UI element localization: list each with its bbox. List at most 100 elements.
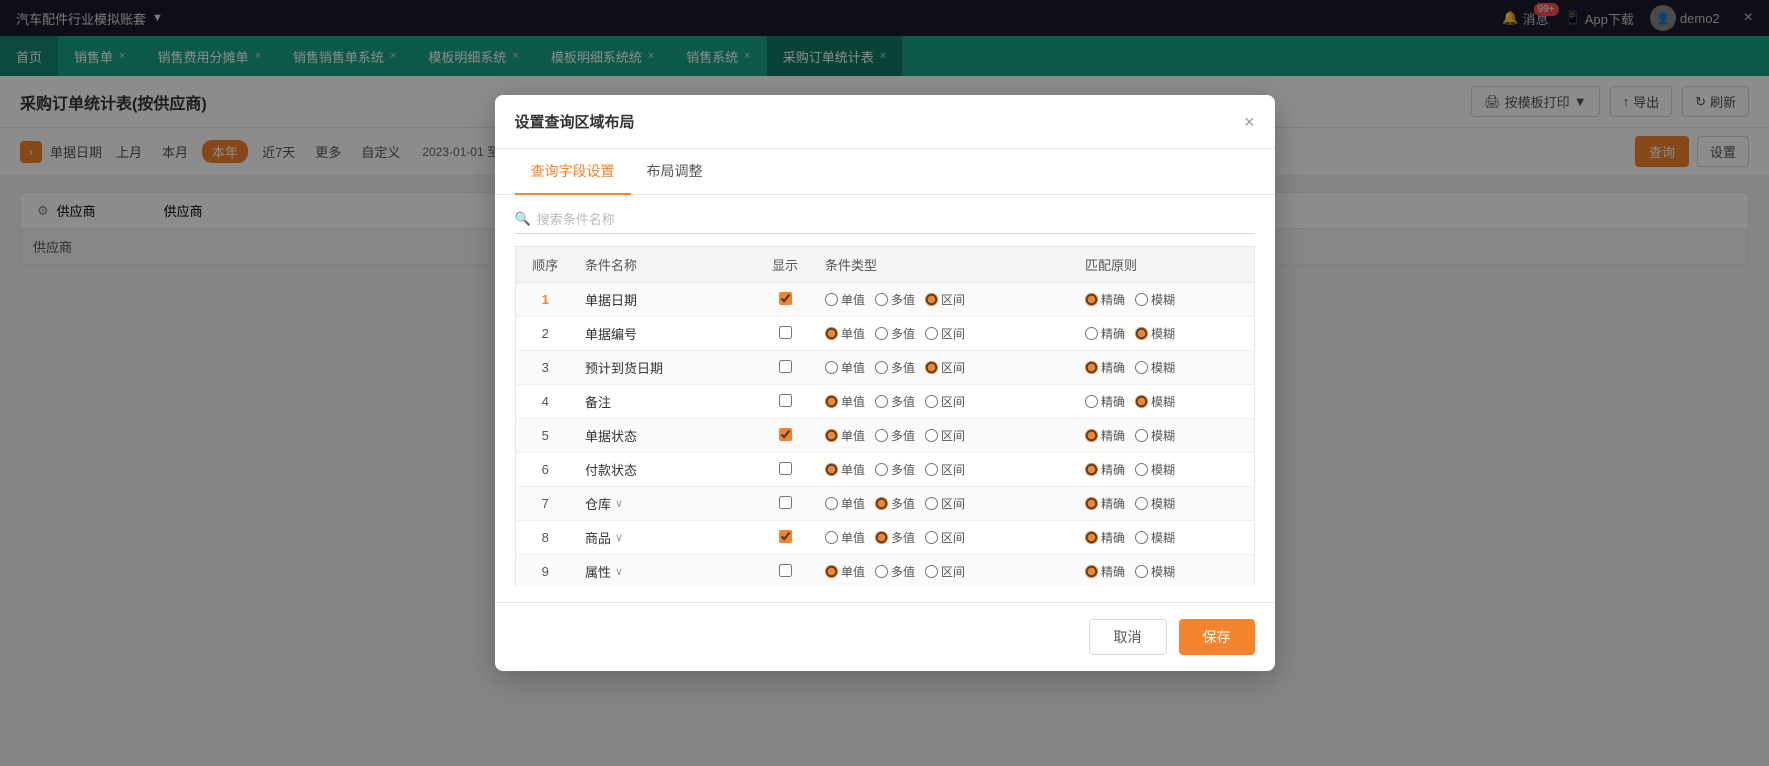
col-type: 条件类型: [815, 247, 1075, 283]
type-radio-single[interactable]: 单值: [825, 291, 865, 308]
match-radio-fuzzy[interactable]: 模糊: [1135, 359, 1175, 376]
type-radio-single[interactable]: 单值: [825, 461, 865, 478]
dialog-tabs: 查询字段设置 布局调整: [495, 149, 1275, 195]
match-radio-exact[interactable]: 精确: [1085, 495, 1125, 512]
table-row: 3预计到货日期单值多值区间精确模糊: [515, 351, 1254, 385]
type-radio-single[interactable]: 单值: [825, 563, 865, 580]
row-display[interactable]: [755, 453, 815, 487]
type-radio-range[interactable]: 区间: [925, 359, 965, 376]
match-radio-exact[interactable]: 精确: [1085, 359, 1125, 376]
row-type: 单值多值区间: [815, 555, 1075, 587]
dialog-close-btn[interactable]: ×: [1244, 113, 1255, 131]
match-radio-group: 精确模糊: [1085, 563, 1244, 580]
type-radio-range[interactable]: 区间: [925, 393, 965, 410]
row-match: 精确模糊: [1075, 317, 1254, 351]
display-checkbox[interactable]: [779, 564, 792, 577]
table-row: 5单据状态单值多值区间精确模糊: [515, 419, 1254, 453]
table-row: 2单据编号 单值多值区间 精确模糊: [515, 317, 1254, 351]
dialog-header: 设置查询区域布局 ×: [495, 95, 1275, 149]
match-radio-fuzzy[interactable]: 模糊: [1135, 325, 1175, 342]
row-display[interactable]: [755, 419, 815, 453]
row-order: 3: [515, 351, 575, 385]
row-type: 单值多值区间: [815, 283, 1075, 317]
row-match: 精确模糊: [1075, 453, 1254, 487]
type-radio-range[interactable]: 区间: [925, 461, 965, 478]
type-radio-multi[interactable]: 多值: [875, 495, 915, 512]
type-radio-single[interactable]: 单值: [825, 325, 865, 342]
cancel-button[interactable]: 取消: [1089, 619, 1167, 655]
row-name: 仓库 ∨: [575, 487, 755, 521]
row-match: 精确模糊: [1075, 521, 1254, 555]
conditions-table: 顺序 条件名称 显示 条件类型 匹配原则 1单据日期单值多值区间精确模糊2单据编…: [515, 246, 1255, 586]
type-radio-range[interactable]: 区间: [925, 291, 965, 308]
match-radio-group: 精确模糊: [1085, 529, 1244, 546]
display-checkbox[interactable]: [779, 394, 792, 407]
type-radio-range[interactable]: 区间: [925, 427, 965, 444]
row-display[interactable]: [755, 317, 815, 351]
display-checkbox[interactable]: [779, 292, 792, 305]
type-radio-single[interactable]: 单值: [825, 529, 865, 546]
row-name: 单据编号: [575, 317, 755, 351]
match-radio-fuzzy[interactable]: 模糊: [1135, 427, 1175, 444]
match-radio-fuzzy[interactable]: 模糊: [1135, 291, 1175, 308]
match-radio-exact[interactable]: 精确: [1085, 427, 1125, 444]
row-display[interactable]: [755, 385, 815, 419]
type-radio-multi[interactable]: 多值: [875, 393, 915, 410]
row-display[interactable]: [755, 283, 815, 317]
modal-overlay: 设置查询区域布局 × 查询字段设置 布局调整 🔍: [0, 0, 1769, 766]
match-radio-exact[interactable]: 精确: [1085, 325, 1125, 342]
col-name: 条件名称: [575, 247, 755, 283]
type-radio-range[interactable]: 区间: [925, 529, 965, 546]
display-checkbox[interactable]: [779, 360, 792, 373]
row-display[interactable]: [755, 487, 815, 521]
match-radio-fuzzy[interactable]: 模糊: [1135, 563, 1175, 580]
match-radio-exact[interactable]: 精确: [1085, 393, 1125, 410]
type-radio-single[interactable]: 单值: [825, 495, 865, 512]
match-radio-fuzzy[interactable]: 模糊: [1135, 461, 1175, 478]
display-checkbox[interactable]: [779, 462, 792, 475]
type-radio-single[interactable]: 单值: [825, 393, 865, 410]
row-display[interactable]: [755, 555, 815, 587]
table-row: 6付款状态单值多值区间精确模糊: [515, 453, 1254, 487]
display-checkbox[interactable]: [779, 530, 792, 543]
type-radio-multi[interactable]: 多值: [875, 529, 915, 546]
row-order: 2: [515, 317, 575, 351]
match-radio-group: 精确模糊: [1085, 291, 1244, 308]
match-radio-exact[interactable]: 精确: [1085, 529, 1125, 546]
dialog-footer: 取消 保存: [495, 602, 1275, 671]
row-match: 精确模糊: [1075, 487, 1254, 521]
type-radio-multi[interactable]: 多值: [875, 359, 915, 376]
type-radio-group: 单值多值区间: [825, 359, 1065, 376]
type-radio-multi[interactable]: 多值: [875, 291, 915, 308]
match-radio-fuzzy[interactable]: 模糊: [1135, 393, 1175, 410]
type-radio-multi[interactable]: 多值: [875, 427, 915, 444]
match-radio-exact[interactable]: 精确: [1085, 563, 1125, 580]
display-checkbox[interactable]: [779, 326, 792, 339]
type-radio-range[interactable]: 区间: [925, 495, 965, 512]
display-checkbox[interactable]: [779, 428, 792, 441]
type-radio-multi[interactable]: 多值: [875, 461, 915, 478]
match-radio-exact[interactable]: 精确: [1085, 291, 1125, 308]
match-radio-group: 精确模糊: [1085, 495, 1244, 512]
row-display[interactable]: [755, 521, 815, 555]
type-radio-multi[interactable]: 多值: [875, 563, 915, 580]
row-match: 精确模糊: [1075, 385, 1254, 419]
type-radio-group: 单值多值区间: [825, 529, 1065, 546]
type-radio-range[interactable]: 区间: [925, 563, 965, 580]
type-radio-group: 单值多值区间: [825, 495, 1065, 512]
dialog-tab-query[interactable]: 查询字段设置: [515, 149, 631, 195]
type-radio-single[interactable]: 单值: [825, 359, 865, 376]
match-radio-exact[interactable]: 精确: [1085, 461, 1125, 478]
type-radio-single[interactable]: 单值: [825, 427, 865, 444]
type-radio-multi[interactable]: 多值: [875, 325, 915, 342]
dialog-tab-layout[interactable]: 布局调整: [631, 149, 719, 195]
dialog-body: 🔍 顺序 条件名称 显示 条件类型 匹配原则: [495, 195, 1275, 602]
display-checkbox[interactable]: [779, 496, 792, 509]
save-button[interactable]: 保存: [1179, 619, 1255, 655]
row-name: 备注: [575, 385, 755, 419]
match-radio-fuzzy[interactable]: 模糊: [1135, 529, 1175, 546]
search-input[interactable]: [537, 212, 737, 227]
row-display[interactable]: [755, 351, 815, 385]
type-radio-range[interactable]: 区间: [925, 325, 965, 342]
match-radio-fuzzy[interactable]: 模糊: [1135, 495, 1175, 512]
